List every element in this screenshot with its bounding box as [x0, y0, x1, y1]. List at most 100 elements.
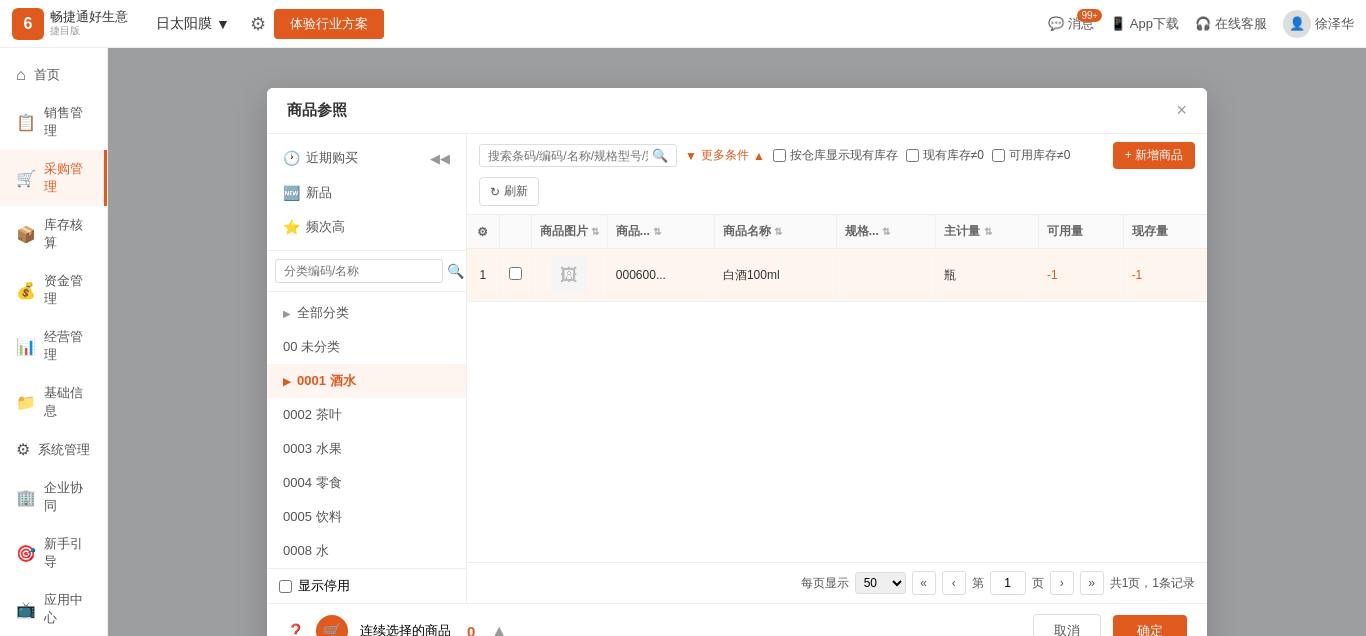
sidebar-label-apps: 应用中心	[44, 591, 91, 627]
guide-icon: 🎯	[16, 544, 36, 563]
category-all[interactable]: ▶ 全部分类	[267, 296, 466, 330]
headset-icon: 🎧	[1195, 16, 1211, 31]
category-search-button[interactable]: 🔍	[447, 263, 464, 279]
cat-0008-label: 0008 水	[283, 542, 329, 560]
high-freq-label: 频次高	[306, 218, 345, 236]
search-icon[interactable]: 🔍	[652, 148, 668, 163]
arrow-icon-all: ▶	[283, 308, 291, 319]
category-0003[interactable]: 0003 水果	[267, 432, 466, 466]
cat-0004-label: 0004 零食	[283, 474, 342, 492]
col-unit[interactable]: 主计量 ⇅	[936, 215, 1039, 249]
row-unit: 瓶	[936, 249, 1039, 302]
checkbox-by-warehouse[interactable]: 按仓库显示现有库存	[773, 147, 898, 164]
refresh-button[interactable]: ↻ 刷新	[479, 177, 539, 206]
row-checkbox-cell[interactable]	[499, 249, 531, 302]
product-search-wrap: 🔍	[479, 144, 677, 167]
sidebar-item-operation[interactable]: 📊 经营管理	[0, 318, 107, 374]
trial-button[interactable]: 体验行业方案	[274, 9, 384, 39]
quick-new-goods[interactable]: 🆕 新品	[275, 178, 458, 208]
sidebar-item-sales[interactable]: 📋 销售管理	[0, 94, 107, 150]
gear-icon[interactable]: ⚙	[242, 8, 274, 40]
more-filter-button[interactable]: ▼ 更多条件 ▲	[685, 147, 765, 164]
cancel-button[interactable]: 取消	[1033, 614, 1101, 636]
product-table-wrap: ⚙ 商品图片 ⇅ 商品... ⇅	[467, 215, 1207, 562]
category-search-input[interactable]	[275, 259, 443, 283]
main-layout: ⌂ 首页 📋 销售管理 🛒 采购管理 📦 库存核算 💰 资金管理 📊 经营管理 …	[0, 48, 1366, 636]
new-product-button[interactable]: + 新增商品	[1113, 142, 1195, 169]
nav-dropdown[interactable]: 日太阳膜 ▼	[144, 11, 242, 37]
new-goods-label: 新品	[306, 184, 332, 202]
col-name-label: 商品名称	[723, 224, 771, 238]
category-0001[interactable]: ▶ 0001 酒水	[267, 364, 466, 398]
available-not-zero-checkbox[interactable]	[992, 149, 1005, 162]
row-code: 000600...	[607, 249, 714, 302]
sidebar-item-apps[interactable]: 📺 应用中心	[0, 581, 107, 636]
sort-name-icon[interactable]: ⇅	[774, 226, 782, 237]
sidebar-item-enterprise[interactable]: 🏢 企业协同	[0, 469, 107, 525]
page-last-button[interactable]: »	[1080, 571, 1104, 595]
sort-spec-icon[interactable]: ⇅	[882, 226, 890, 237]
row-num: 1	[467, 249, 499, 302]
purchase-icon: 🛒	[16, 169, 36, 188]
col-settings[interactable]: ⚙	[467, 215, 499, 249]
page-first-button[interactable]: «	[912, 571, 936, 595]
col-spec[interactable]: 规格... ⇅	[836, 215, 936, 249]
sidebar-label-home: 首页	[34, 66, 60, 84]
product-search-input[interactable]	[488, 149, 648, 163]
category-00[interactable]: 00 未分类	[267, 330, 466, 364]
category-0005[interactable]: 0005 饮料	[267, 500, 466, 534]
sort-unit-icon[interactable]: ⇅	[984, 226, 992, 237]
cat-0002-label: 0002 茶叶	[283, 406, 342, 424]
col-code[interactable]: 商品... ⇅	[607, 215, 714, 249]
row-checkbox[interactable]	[509, 267, 522, 280]
category-0008[interactable]: 0008 水	[267, 534, 466, 568]
user-item[interactable]: 👤 徐泽华	[1283, 10, 1354, 38]
refresh-label: 刷新	[504, 183, 528, 200]
col-image[interactable]: 商品图片 ⇅	[531, 215, 607, 249]
page-number-input[interactable]	[990, 571, 1026, 595]
sidebar-item-system[interactable]: ⚙ 系统管理	[0, 430, 107, 469]
show-disabled-checkbox[interactable]	[279, 580, 292, 593]
sidebar-item-guide[interactable]: 🎯 新手引导	[0, 525, 107, 581]
confirm-button[interactable]: 确定	[1113, 615, 1187, 636]
stock-not-zero-checkbox[interactable]	[906, 149, 919, 162]
sort-image-icon[interactable]: ⇅	[591, 226, 599, 237]
sidebar-item-basic[interactable]: 📁 基础信息	[0, 374, 107, 430]
checkbox-available-not-zero[interactable]: 可用库存≠0	[992, 147, 1070, 164]
product-reference-modal: 商品参照 × 🕐 近期购买 ◀◀	[267, 88, 1207, 636]
online-service-item[interactable]: 🎧 在线客服	[1195, 15, 1267, 33]
help-icon[interactable]: ❓	[287, 623, 304, 636]
modal-header: 商品参照 ×	[267, 88, 1207, 134]
message-icon: 💬	[1048, 16, 1064, 31]
col-name[interactable]: 商品名称 ⇅	[714, 215, 836, 249]
available-not-zero-label: 可用库存≠0	[1009, 147, 1070, 164]
sidebar-item-purchase[interactable]: 🛒 采购管理	[0, 150, 107, 206]
page-prev-button[interactable]: ‹	[942, 571, 966, 595]
quick-recent-buy[interactable]: 🕐 近期购买 ◀◀	[275, 142, 458, 174]
sidebar-item-home[interactable]: ⌂ 首页	[0, 56, 107, 94]
category-0002[interactable]: 0002 茶叶	[267, 398, 466, 432]
cart-icon[interactable]: 🛒	[316, 615, 348, 636]
sidebar-item-finance[interactable]: 💰 资金管理	[0, 262, 107, 318]
product-table: ⚙ 商品图片 ⇅ 商品... ⇅	[467, 215, 1207, 302]
quick-high-freq[interactable]: ⭐ 频次高	[275, 212, 458, 242]
sidebar-label-basic: 基础信息	[44, 384, 91, 420]
collapse-left-button[interactable]: ◀◀	[430, 148, 450, 168]
modal-title: 商品参照	[287, 101, 347, 120]
per-page-select[interactable]: 50 100 200	[855, 572, 906, 594]
notification-item[interactable]: 💬 消息 99+	[1048, 15, 1094, 33]
modal-right-panel: 🔍 ▼ 更多条件 ▲ 按仓库显示现有库存	[467, 134, 1207, 603]
logo-area: 6 畅捷通好生意 捷目版	[12, 8, 128, 40]
by-warehouse-checkbox[interactable]	[773, 149, 786, 162]
filter-arrow-icon: ▲	[753, 149, 765, 163]
col-code-label: 商品...	[616, 224, 650, 238]
modal-close-button[interactable]: ×	[1176, 100, 1187, 121]
app-download-item[interactable]: 📱 App下载	[1110, 15, 1179, 33]
category-0004[interactable]: 0004 零食	[267, 466, 466, 500]
checkbox-stock-not-zero[interactable]: 现有库存≠0	[906, 147, 984, 164]
footer-collapse-icon[interactable]: ▲	[491, 622, 507, 636]
sidebar-item-inventory[interactable]: 📦 库存核算	[0, 206, 107, 262]
sort-code-icon[interactable]: ⇅	[653, 226, 661, 237]
page-next-button[interactable]: ›	[1050, 571, 1074, 595]
table-row[interactable]: 1 🖼	[467, 249, 1207, 302]
